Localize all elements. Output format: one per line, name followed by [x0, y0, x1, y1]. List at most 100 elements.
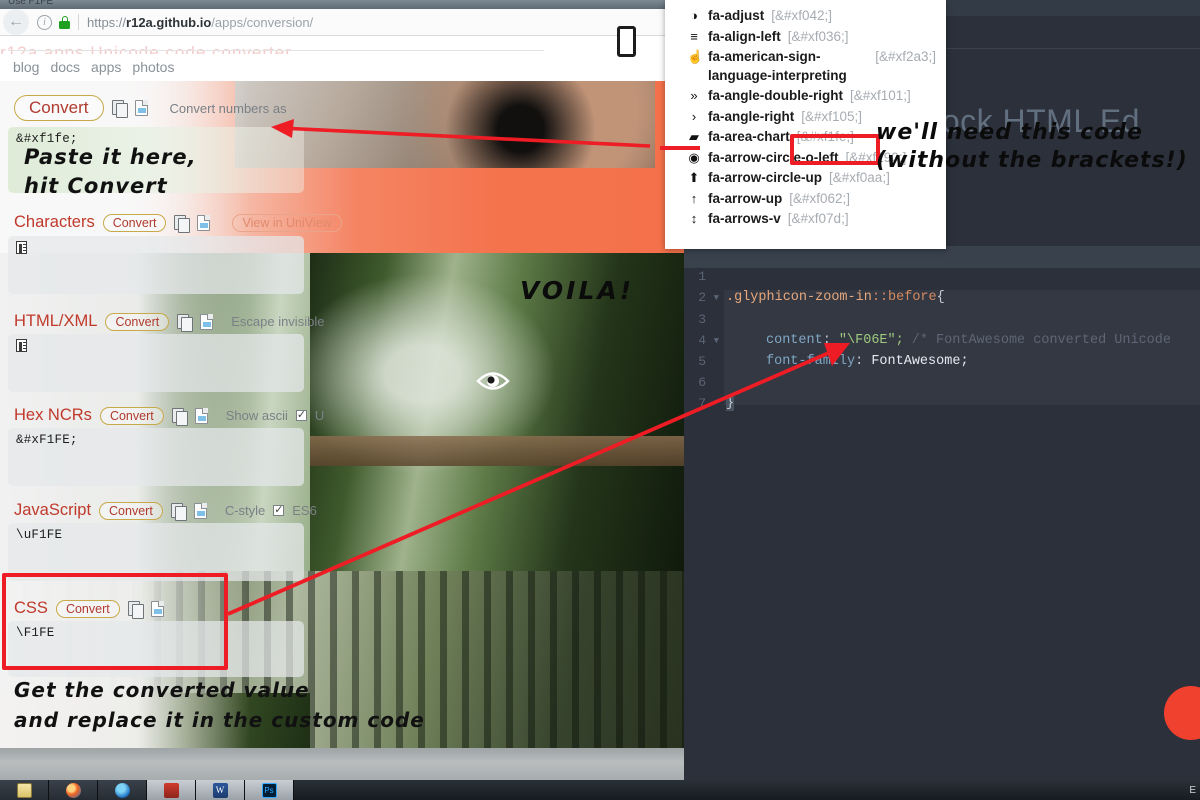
css-prop-content: content	[766, 333, 823, 348]
taskbar-start-button[interactable]	[0, 780, 49, 800]
page-header-clipped: r12a apps Unicode code converter	[0, 37, 684, 54]
taskbar-item-firefox[interactable]	[49, 780, 98, 800]
fa-area-chart-icon: ▰	[689, 129, 699, 144]
unprintable-glyph-icon	[16, 241, 27, 254]
master-convert-row: Convert Convert numbers as	[14, 95, 287, 121]
annotation-paste-line1: Paste it here,	[24, 145, 197, 169]
taskbar-clock[interactable]: E	[1189, 785, 1200, 796]
dropdown-item-name: fa-align-left	[708, 28, 781, 44]
fa-align-left-icon: ≡	[690, 28, 698, 44]
row-value-htmlxml[interactable]	[8, 334, 304, 392]
fold-arrow-icon[interactable]: ▼	[714, 293, 719, 303]
convert-button-javascript[interactable]: Convert	[99, 501, 163, 520]
dropdown-item[interactable]: » fa-angle-double-right [&#xf101;]	[665, 86, 946, 107]
cstyle-checkbox[interactable]	[273, 503, 285, 516]
url-host: r12a.github.io	[126, 14, 212, 30]
convert-button-hexncrs[interactable]: Convert	[99, 406, 164, 425]
url-path: /apps/conversion/	[211, 14, 314, 30]
dropdown-item-name: fa-adjust	[708, 8, 765, 23]
show-ascii-checkbox[interactable]	[295, 408, 307, 421]
code-lines[interactable]: .glyphicon-zoom-in::before{ content: "\F…	[726, 268, 1200, 453]
fa-arrow-circle-up-icon: ⬆	[688, 170, 700, 185]
back-arrow-icon[interactable]: ←	[3, 9, 29, 35]
paste-icon[interactable]	[134, 100, 148, 116]
row-note-htmlxml: Escape invisible	[231, 314, 325, 329]
row-value-javascript-text: \uF1FE	[16, 528, 63, 542]
row-label-javascript: JavaScript	[14, 501, 92, 519]
master-convert-button[interactable]: Convert	[14, 95, 104, 121]
annotation-get-value-line1: Get the converted value	[14, 678, 310, 702]
info-icon[interactable]: i	[37, 14, 52, 30]
line-number: 5	[698, 354, 706, 369]
dropdown-item[interactable]: ↕ fa-arrows-v [&#xf07d;]	[665, 209, 946, 230]
window-title: Use F1FE	[8, 0, 54, 7]
css-prop-fontfamily: font-family	[766, 354, 856, 369]
copy-icon[interactable]	[177, 313, 194, 332]
fa-arrow-up-icon: ↑	[690, 190, 698, 206]
row-note2-javascript: ES6	[292, 503, 317, 518]
dropdown-item-code: [&#xf036;]	[787, 28, 849, 44]
back-arrow-glyph: ←	[8, 13, 24, 30]
row-note-javascript: C-style	[224, 503, 266, 518]
row-label-characters: Characters	[14, 213, 95, 231]
lock-icon	[59, 15, 70, 29]
view-in-uniview-button[interactable]: View in UniView	[232, 213, 342, 232]
site-nav[interactable]: blog docs apps photos	[0, 54, 684, 80]
dropdown-item-name: fa-angle-double-right	[708, 88, 843, 103]
window-titlebar[interactable]: Use F1FE	[0, 0, 684, 9]
convert-button-characters[interactable]: Convert	[102, 213, 167, 232]
nav-link-photos[interactable]: photos	[132, 59, 174, 75]
browser-url-bar[interactable]: ← i https://r12a.github.io/apps/conversi…	[0, 9, 684, 36]
code-area[interactable]: 1 2 ▼ 3 4 ▼ 5 6 7 .glyphicon-zoom-in::be…	[684, 268, 1200, 453]
dropdown-item[interactable]: ≡ fa-align-left [&#xf036;]	[665, 27, 946, 48]
nav-link-docs[interactable]: docs	[50, 59, 80, 75]
taskbar-item-photoshop[interactable]: Ps	[245, 780, 294, 800]
nav-link-blog[interactable]: blog	[13, 59, 39, 75]
dropdown-item-name: fa-american-sign-language-interpreting	[708, 49, 847, 83]
mobile-device-icon[interactable]	[617, 26, 636, 57]
taskbar-item-word[interactable]: W	[196, 780, 245, 800]
row-label-hexncrs: Hex NCRs	[14, 406, 92, 424]
paste-icon[interactable]	[193, 502, 207, 519]
windows-taskbar[interactable]: W Ps E	[0, 780, 1200, 800]
dropdown-item[interactable]: ☝ fa-american-sign-language-interpreting…	[665, 47, 946, 86]
copy-icon[interactable]	[170, 502, 187, 521]
paste-icon[interactable]	[197, 214, 211, 231]
taskbar-item-edge[interactable]	[98, 780, 147, 800]
row-hexncrs-head: Hex NCRs Convert Show ascii U	[14, 406, 324, 426]
css-selector: .glyphicon-zoom-in	[726, 290, 872, 305]
dropdown-item-name: fa-area-chart	[708, 129, 790, 144]
row-value-characters[interactable]	[8, 236, 304, 294]
line-number: 1	[698, 269, 706, 284]
dropdown-item-code: [&#xf062;]	[789, 190, 851, 206]
copy-icon[interactable]	[111, 100, 128, 118]
nav-link-apps[interactable]: apps	[91, 59, 121, 75]
master-convert-note: Convert numbers as	[169, 100, 287, 116]
edge-icon	[114, 782, 130, 798]
annotation-paste-line2: hit Convert	[24, 174, 168, 198]
dropdown-item[interactable]: ↑ fa-arrow-up [&#xf062;]	[665, 189, 946, 210]
fold-arrow-icon[interactable]: ▼	[714, 336, 719, 346]
mcafee-icon	[163, 782, 179, 798]
red-circle-marker	[1164, 686, 1200, 740]
url-text[interactable]: https://r12a.github.io/apps/conversion/	[87, 15, 313, 30]
dropdown-item-name: fa-arrows-v	[708, 211, 781, 226]
dropdown-item-name: fa-angle-right	[708, 108, 795, 124]
paste-icon[interactable]	[194, 407, 208, 424]
convert-button-htmlxml[interactable]: Convert	[105, 312, 170, 331]
fa-arrow-circle-o-left-icon: ◉	[688, 149, 700, 165]
copy-icon[interactable]	[174, 214, 191, 233]
paste-icon[interactable]	[200, 313, 214, 330]
dropdown-item-name: fa-arrow-up	[708, 190, 783, 206]
dropdown-item[interactable]: ◑ fa-adjust [&#xf042;]	[665, 6, 946, 27]
copy-icon[interactable]	[171, 407, 188, 426]
taskbar-item-mcafee[interactable]	[147, 780, 196, 800]
fa-arrows-v-icon: ↕	[690, 211, 698, 226]
code-line-selector: .glyphicon-zoom-in::before{	[726, 290, 945, 305]
code-line-fontfamily: font-family: FontAwesome;	[766, 354, 969, 369]
notepad-icon	[16, 782, 32, 798]
css-close-brace: }	[726, 396, 735, 411]
row-value-hexncrs[interactable]: &#xF1FE;	[8, 428, 304, 486]
background-photo-bridge	[310, 436, 684, 466]
line-number: 3	[698, 312, 706, 327]
